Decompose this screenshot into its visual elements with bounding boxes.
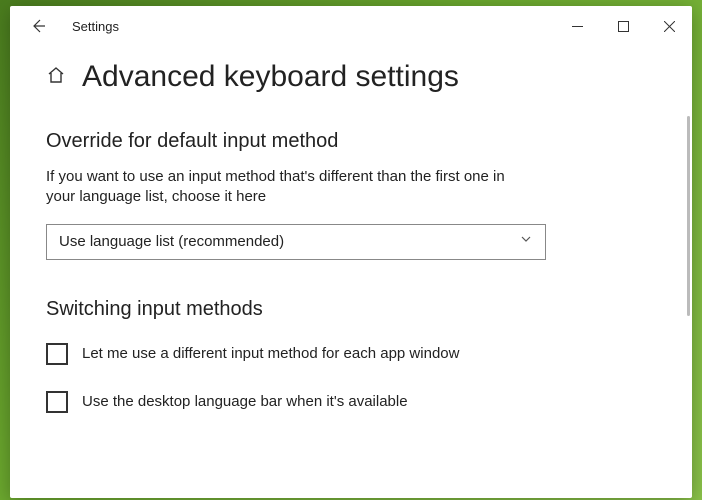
chevron-down-icon: [519, 232, 533, 251]
checkbox-icon: [46, 343, 68, 365]
page-header: Advanced keyboard settings: [46, 60, 652, 94]
checkbox-desktop-language-bar[interactable]: Use the desktop language bar when it's a…: [46, 391, 652, 413]
checkbox-label: Let me use a different input method for …: [82, 345, 459, 362]
home-icon[interactable]: [46, 65, 66, 90]
back-button[interactable]: [18, 6, 58, 46]
checkbox-icon: [46, 391, 68, 413]
window-title: Settings: [72, 19, 119, 34]
checkbox-label: Use the desktop language bar when it's a…: [82, 393, 408, 410]
scrollbar[interactable]: [687, 116, 690, 316]
checkbox-per-app-window[interactable]: Let me use a different input method for …: [46, 343, 652, 365]
override-description: If you want to use an input method that'…: [46, 167, 526, 208]
switching-heading: Switching input methods: [46, 298, 652, 321]
window-controls: [554, 6, 692, 46]
titlebar: Settings: [10, 6, 692, 46]
page-title: Advanced keyboard settings: [82, 60, 459, 94]
settings-window: Settings Advanced keyboard settings Over…: [10, 6, 692, 498]
dropdown-selected-value: Use language list (recommended): [59, 233, 519, 250]
minimize-icon: [572, 21, 583, 32]
back-arrow-icon: [30, 18, 46, 34]
input-method-dropdown[interactable]: Use language list (recommended): [46, 224, 546, 260]
maximize-icon: [618, 21, 629, 32]
close-icon: [664, 21, 675, 32]
content-area: Advanced keyboard settings Override for …: [10, 46, 692, 498]
minimize-button[interactable]: [554, 6, 600, 46]
close-button[interactable]: [646, 6, 692, 46]
maximize-button[interactable]: [600, 6, 646, 46]
override-heading: Override for default input method: [46, 130, 652, 153]
